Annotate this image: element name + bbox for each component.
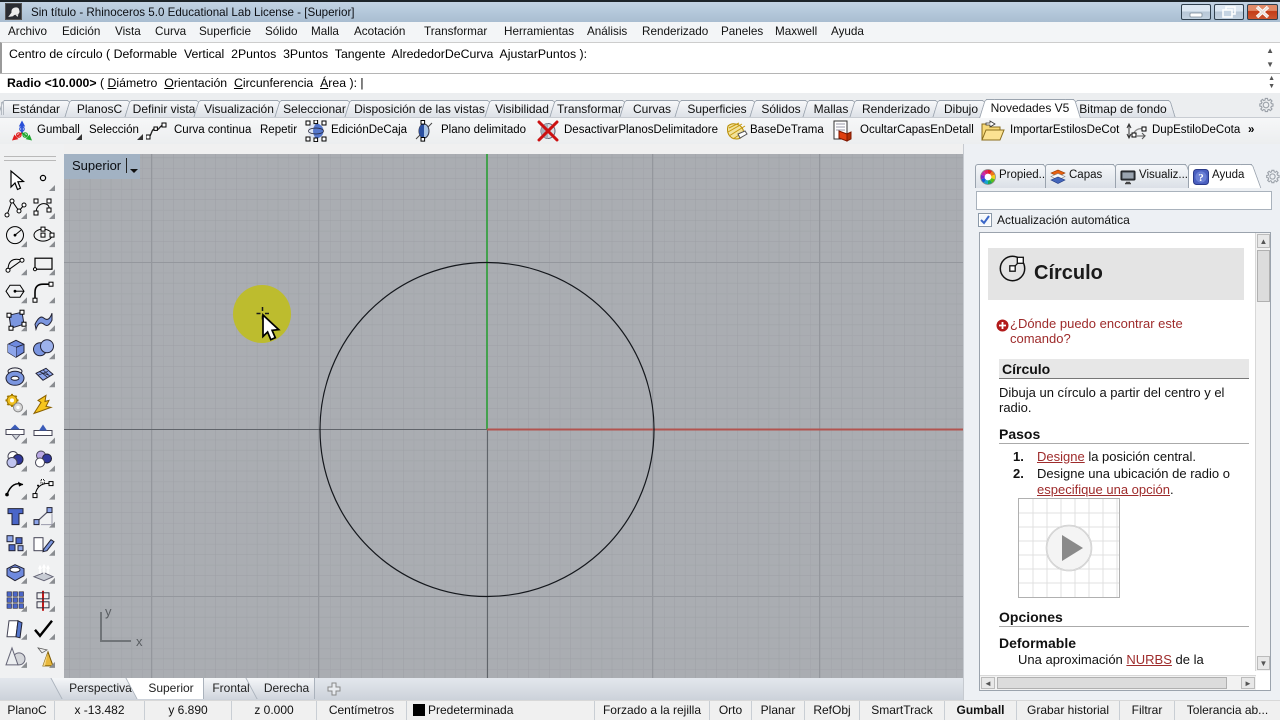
svg-text:x: x [136, 634, 143, 649]
svg-text:y: y [105, 604, 112, 619]
svg-text:?: ? [1198, 172, 1204, 184]
